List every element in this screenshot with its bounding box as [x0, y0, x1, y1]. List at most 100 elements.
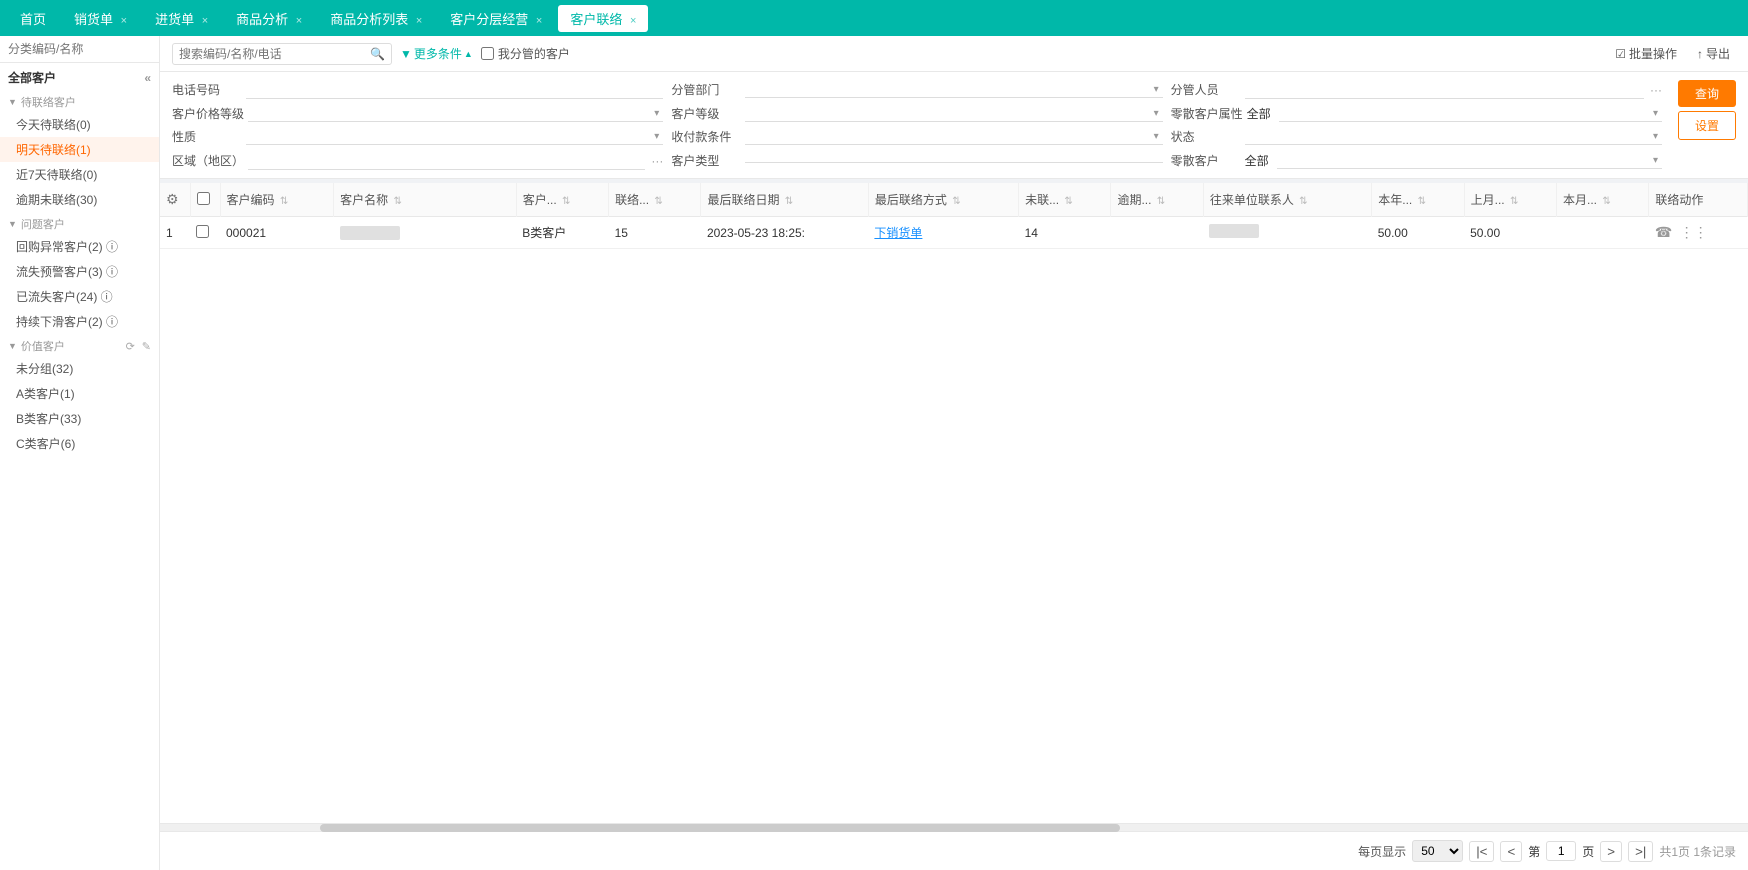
filter-customer-level: 客户等级 ▾	[671, 105, 1162, 122]
filter-manager-dots[interactable]: ···	[1650, 83, 1662, 97]
action-more-icon[interactable]: ⋮⋮	[1680, 224, 1708, 240]
col-this-month[interactable]: 本月... ⇅	[1556, 183, 1648, 217]
row-check[interactable]	[190, 217, 220, 249]
action-phone-icon[interactable]: ☎	[1655, 224, 1672, 240]
sidebar-c-class[interactable]: C类客户(6)	[0, 431, 159, 456]
close-product-analysis-icon[interactable]: ×	[296, 15, 302, 27]
value-customers-edit-icon[interactable]: ⟳	[126, 340, 135, 353]
nav-product-list[interactable]: 商品分析列表 ×	[318, 5, 434, 32]
prev-page-btn[interactable]: <	[1500, 841, 1522, 862]
filter-area-input[interactable]	[248, 151, 645, 170]
sort-last-month-icon: ⇅	[1510, 196, 1518, 207]
collapse-icon[interactable]: «	[144, 71, 151, 85]
more-filter-btn[interactable]: ▼ 更多条件 ▲	[400, 45, 473, 62]
filter-row-3: 性质 ▾ 收付款条件 ▾	[172, 128, 1662, 145]
filter-payment-select[interactable]: ▾	[745, 129, 1162, 145]
col-code[interactable]: 客户编码 ⇅	[220, 183, 334, 217]
price-level-chevron-icon: ▾	[654, 108, 659, 119]
filter-area-dots[interactable]: ···	[651, 154, 663, 168]
nav-purchase[interactable]: 进货单 ×	[143, 5, 220, 32]
filter-retail-attr-select[interactable]: ▾	[1279, 106, 1662, 122]
first-page-btn[interactable]: |<	[1469, 841, 1494, 862]
close-product-list-icon[interactable]: ×	[416, 15, 422, 27]
page-input[interactable]	[1546, 841, 1576, 861]
col-type[interactable]: 客户... ⇅	[516, 183, 608, 217]
row-checkbox[interactable]	[196, 225, 209, 238]
filter-retail-attr-inline: 全部	[1247, 105, 1271, 122]
nature-chevron-icon: ▾	[654, 131, 659, 142]
sidebar-overdue-contact[interactable]: 逾期未联络(30)	[0, 187, 159, 212]
nav-product-analysis[interactable]: 商品分析 ×	[224, 5, 314, 32]
sidebar-7days-contact[interactable]: 近7天待联络(0)	[0, 162, 159, 187]
sidebar-a-class[interactable]: A类客户(1)	[0, 381, 159, 406]
col-action[interactable]: 联络动作	[1649, 183, 1748, 217]
col-company-contact[interactable]: 往来单位联系人 ⇅	[1203, 183, 1371, 217]
group-problem-label: 问题客户	[21, 216, 65, 232]
my-customer-checkbox[interactable]	[481, 47, 494, 60]
export-label: 导出	[1706, 45, 1730, 62]
scrollbar-thumb[interactable]	[320, 824, 1120, 832]
col-last-method[interactable]: 最后联络方式 ⇅	[868, 183, 1018, 217]
last-page-btn[interactable]: >|	[1628, 841, 1653, 862]
nav-customer-layer[interactable]: 客户分层经营 ×	[438, 5, 554, 32]
filter-price-level-select[interactable]: ▾	[248, 106, 663, 122]
col-last-date[interactable]: 最后联络日期 ⇅	[701, 183, 868, 217]
select-all-checkbox[interactable]	[197, 192, 210, 205]
filter-retail-customer-select[interactable]: ▾	[1277, 153, 1662, 169]
col-this-year[interactable]: 本年... ⇅	[1372, 183, 1464, 217]
filter-customer-type-select[interactable]	[745, 158, 1162, 163]
col-overdue[interactable]: 逾期... ⇅	[1111, 183, 1203, 217]
search-icon[interactable]: 🔍	[370, 47, 385, 61]
filter-manager-input[interactable]	[1245, 80, 1644, 99]
filter-payment: 收付款条件 ▾	[671, 128, 1162, 145]
query-btn[interactable]: 查询	[1678, 80, 1736, 107]
nav-customer-contact[interactable]: 客户联络 ×	[558, 5, 648, 32]
filter-phone-input[interactable]	[246, 80, 663, 99]
last-method-link[interactable]: 下销货单	[874, 226, 922, 240]
my-customer-checkbox-area[interactable]: 我分管的客户	[481, 45, 570, 62]
filter-dept-select[interactable]: ▾	[745, 82, 1162, 98]
col-settings[interactable]: ⚙	[160, 183, 190, 217]
search-input[interactable]	[179, 47, 366, 61]
nav-home[interactable]: 首页	[8, 5, 58, 32]
all-customers-header[interactable]: 全部客户 «	[0, 63, 159, 90]
reset-btn[interactable]: 设置	[1678, 111, 1736, 140]
sidebar-today-contact[interactable]: 今天待联络(0)	[0, 112, 159, 137]
gear-icon[interactable]: ⚙	[166, 191, 179, 207]
sidebar-churned[interactable]: 已流失客户(24) ⓘ	[0, 284, 159, 309]
customer-level-chevron-icon: ▾	[1154, 108, 1159, 119]
value-customers-config-icon[interactable]: ✎	[142, 340, 151, 353]
export-btn[interactable]: ↑ 导出	[1691, 42, 1736, 65]
filter-status-select[interactable]: ▾	[1245, 129, 1662, 145]
filter-customer-level-select[interactable]: ▾	[745, 106, 1162, 122]
col-last-month[interactable]: 上月... ⇅	[1464, 183, 1556, 217]
search-box[interactable]: 🔍	[172, 43, 392, 65]
col-name[interactable]: 客户名称 ⇅	[334, 183, 517, 217]
page-label: 第	[1528, 843, 1540, 860]
sidebar-tomorrow-contact[interactable]: 明天待联络(1)	[0, 137, 159, 162]
sidebar-search-input[interactable]	[8, 42, 160, 56]
row-last-method[interactable]: 下销货单	[868, 217, 1018, 249]
sidebar-b-class[interactable]: B类客户(33)	[0, 406, 159, 431]
close-customer-layer-icon[interactable]: ×	[536, 15, 542, 27]
batch-btn[interactable]: ☑ 批量操作	[1609, 42, 1683, 65]
close-sales-icon[interactable]: ×	[121, 15, 127, 27]
horizontal-scrollbar[interactable]	[160, 823, 1748, 831]
sidebar-repurchase-abnormal[interactable]: 回购异常客户(2) ⓘ	[0, 234, 159, 259]
next-page-btn[interactable]: >	[1600, 841, 1622, 862]
col-check[interactable]	[190, 183, 220, 217]
chevron-down-icon: ▾	[1154, 84, 1159, 95]
sidebar-churn-warning[interactable]: 流失预警客户(3) ⓘ	[0, 259, 159, 284]
filter-price-level-label: 客户价格等级	[172, 105, 244, 122]
close-customer-contact-icon[interactable]: ×	[630, 15, 636, 27]
per-page-select[interactable]: 50 100 200	[1412, 840, 1463, 862]
filter-retail-customer-inline: 全部	[1245, 152, 1269, 169]
nav-sales[interactable]: 销货单 ×	[62, 5, 139, 32]
col-contact[interactable]: 联络... ⇅	[609, 183, 701, 217]
filter-nature-select[interactable]: ▾	[246, 129, 663, 145]
page-suffix: 页	[1582, 843, 1594, 860]
sidebar-ungrouped[interactable]: 未分组(32)	[0, 356, 159, 381]
col-un-contact[interactable]: 未联... ⇅	[1019, 183, 1111, 217]
close-purchase-icon[interactable]: ×	[202, 15, 208, 27]
sidebar-declining[interactable]: 持续下滑客户(2) ⓘ	[0, 309, 159, 334]
